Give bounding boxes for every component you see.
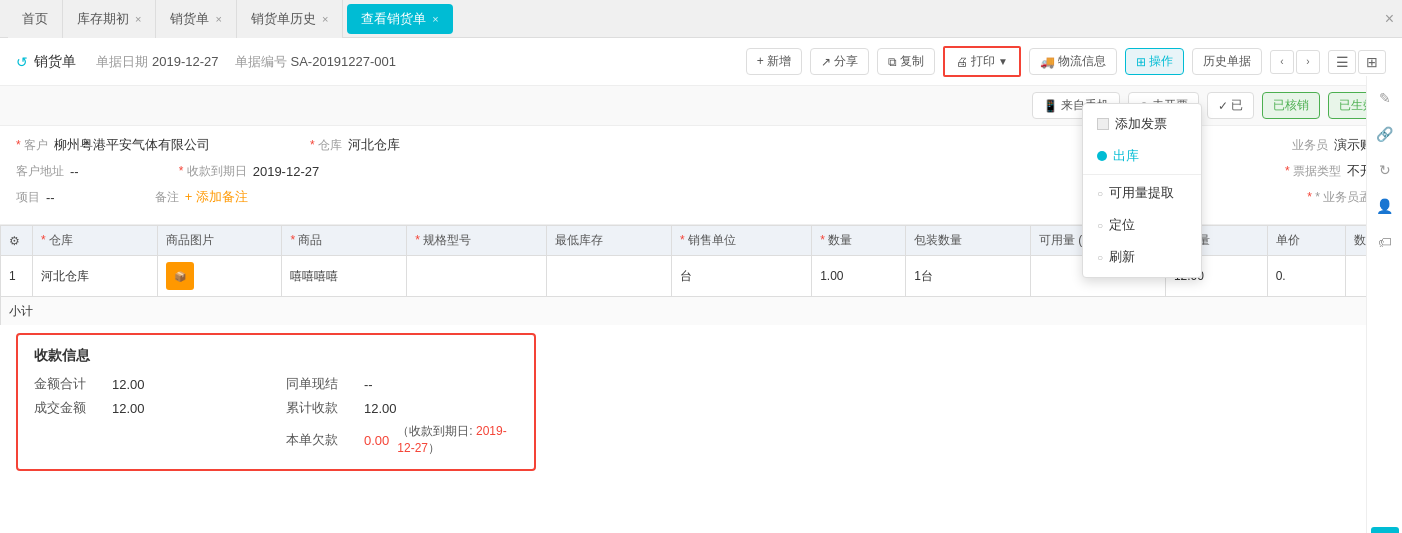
row-product-img: 📦 bbox=[157, 256, 282, 297]
doc-number-field: 单据编号 SA-20191227-001 bbox=[235, 53, 397, 71]
close-history-tab[interactable]: × bbox=[322, 13, 328, 25]
close-sales-tab[interactable]: × bbox=[215, 13, 221, 25]
bottom-panel: 收款信息 金额合计 12.00 成交金额 12.00 同单现结 -- bbox=[16, 333, 536, 471]
row-quantity: 1.00 bbox=[812, 256, 906, 297]
tab-sales-order[interactable]: 销货单 × bbox=[156, 0, 236, 38]
operations-button[interactable]: ⊞ 操作 bbox=[1125, 48, 1184, 75]
project-field: 项目 -- bbox=[16, 189, 55, 206]
phone-icon: 📱 bbox=[1043, 99, 1058, 113]
address-field: 客户地址 -- bbox=[16, 163, 79, 180]
new-button[interactable]: + 新增 bbox=[746, 48, 802, 75]
window-close-button[interactable]: × bbox=[1385, 10, 1394, 28]
copy-button[interactable]: ⧉ 复制 bbox=[877, 48, 935, 75]
circle-empty-icon-1: ○ bbox=[1097, 188, 1103, 199]
row-price: 0. bbox=[1267, 256, 1346, 297]
subtotal-label: 小计 bbox=[1, 297, 1402, 326]
toolbar: + 新增 ↗ 分享 ⧉ 复制 🖨 打印 ▼ 🚚 bbox=[746, 46, 1386, 77]
history-button[interactable]: 历史单据 bbox=[1192, 48, 1262, 75]
nav-arrows: ‹ › bbox=[1270, 50, 1320, 74]
note-field: 备注 + 添加备注 bbox=[155, 188, 248, 206]
dropdown-location[interactable]: ○ 定位 bbox=[1083, 209, 1201, 241]
copy-icon: ⧉ bbox=[888, 55, 897, 69]
print-btn-wrapper: 🖨 打印 ▼ bbox=[943, 46, 1021, 77]
tab-sales-history[interactable]: 销货单历史 × bbox=[237, 0, 343, 38]
col-warehouse: * 仓库 bbox=[33, 226, 158, 256]
product-image: 📦 bbox=[166, 262, 194, 290]
right-sidebar: ✎ 🔗 ↻ 👤 🏷 ⛶ bbox=[1366, 76, 1402, 533]
logistics-icon: 🚚 bbox=[1040, 55, 1055, 69]
sidebar-refresh-icon[interactable]: ↻ bbox=[1371, 156, 1399, 184]
print-icon: 🖨 bbox=[956, 55, 968, 69]
payment-rows: 同单现结 -- 累计收款 12.00 本单欠款 0.00 （收款到期日: 201… bbox=[286, 375, 518, 457]
grid-view-btn[interactable]: ⊞ bbox=[1358, 50, 1386, 74]
circle-empty-icon-3: ○ bbox=[1097, 252, 1103, 263]
doc-title-section: ↺ 销货单 bbox=[16, 53, 76, 71]
col-unit: * 销售单位 bbox=[672, 226, 812, 256]
tab-home[interactable]: 首页 bbox=[8, 0, 63, 38]
col-settings: ⚙ bbox=[1, 226, 33, 256]
row-spec bbox=[407, 256, 547, 297]
this-order-note: （收款到期日: 2019-12-27） bbox=[397, 423, 518, 457]
amount-total-row: 金额合计 12.00 成交金额 12.00 bbox=[34, 375, 266, 457]
col-product: * 商品 bbox=[282, 226, 407, 256]
warehouse-field: 仓库 河北仓库 bbox=[310, 136, 400, 154]
dropdown-warehouse-out[interactable]: 出库 bbox=[1083, 140, 1201, 172]
customer-field: 客户 柳州粤港平安气体有限公司 bbox=[16, 136, 210, 154]
bottom-grid: 金额合计 12.00 成交金额 12.00 同单现结 -- 累计收款 bbox=[34, 375, 518, 457]
col-pack-qty: 包装数量 bbox=[906, 226, 1031, 256]
row-unit: 台 bbox=[672, 256, 812, 297]
close-view-sales-tab[interactable]: × bbox=[432, 13, 438, 25]
doc-date-field: 单据日期 2019-12-27 bbox=[96, 53, 219, 71]
confirm-btn[interactable]: ✓ 已 bbox=[1207, 92, 1254, 119]
sidebar-expand-icon[interactable]: ⛶ bbox=[1371, 527, 1399, 533]
print-button[interactable]: 🖨 打印 ▼ bbox=[946, 49, 1018, 74]
col-price: 单价 bbox=[1267, 226, 1346, 256]
logistics-button[interactable]: 🚚 物流信息 bbox=[1029, 48, 1117, 75]
close-inventory-tab[interactable]: × bbox=[135, 13, 141, 25]
dropdown-divider bbox=[1083, 174, 1201, 175]
list-view-btn[interactable]: ☰ bbox=[1328, 50, 1356, 74]
sidebar-link-icon[interactable]: 🔗 bbox=[1371, 120, 1399, 148]
add-note-button[interactable]: + 添加备注 bbox=[185, 188, 248, 206]
dropdown-available-qty[interactable]: ○ 可用量提取 bbox=[1083, 177, 1201, 209]
operations-dropdown: 添加发票 出库 ○ 可用量提取 ○ 定位 ○ 刷新 bbox=[1082, 103, 1202, 278]
dropdown-add-invoice[interactable]: 添加发票 bbox=[1083, 108, 1201, 140]
tab-view-sales[interactable]: 查看销货单 × bbox=[347, 4, 452, 34]
row-product: 嘻嘻嘻嘻 bbox=[282, 256, 407, 297]
col-min-stock: 最低库存 bbox=[547, 226, 672, 256]
view-toggle: ☰ ⊞ bbox=[1328, 50, 1386, 74]
prev-arrow[interactable]: ‹ bbox=[1270, 50, 1294, 74]
share-icon: ↗ bbox=[821, 55, 831, 69]
row-pack-qty: 1台 bbox=[906, 256, 1031, 297]
row-warehouse: 河北仓库 bbox=[33, 256, 158, 297]
col-quantity: * 数量 bbox=[812, 226, 906, 256]
col-product-img: 商品图片 bbox=[157, 226, 282, 256]
check-icon: ✓ bbox=[1218, 99, 1228, 113]
tab-bar: 首页 库存期初 × 销货单 × 销货单历史 × 查看销货单 × × bbox=[0, 0, 1402, 38]
payment-date-field: 收款到期日 2019-12-27 bbox=[179, 163, 320, 180]
doc-meta: 单据日期 2019-12-27 单据编号 SA-20191227-001 bbox=[96, 53, 396, 71]
next-arrow[interactable]: › bbox=[1296, 50, 1320, 74]
share-button[interactable]: ↗ 分享 bbox=[810, 48, 869, 75]
col-spec: * 规格型号 bbox=[407, 226, 547, 256]
document-header: ↺ 销货单 单据日期 2019-12-27 单据编号 SA-20191227-0… bbox=[0, 38, 1402, 86]
row-index: 1 bbox=[1, 256, 33, 297]
subtotal-row: 小计 bbox=[1, 297, 1402, 326]
sidebar-edit-icon[interactable]: ✎ bbox=[1371, 84, 1399, 112]
dropdown-refresh[interactable]: ○ 刷新 bbox=[1083, 241, 1201, 273]
row-min-stock bbox=[547, 256, 672, 297]
sidebar-tag-icon[interactable]: 🏷 bbox=[1371, 228, 1399, 256]
bottom-panel-title: 收款信息 bbox=[34, 347, 518, 365]
invoice-square-icon bbox=[1097, 118, 1109, 130]
circle-empty-icon-2: ○ bbox=[1097, 220, 1103, 231]
doc-icon: ↺ bbox=[16, 54, 28, 70]
teal-dot-icon bbox=[1097, 151, 1107, 161]
grid-icon: ⊞ bbox=[1136, 55, 1146, 69]
already-sold-button[interactable]: 已核销 bbox=[1262, 92, 1320, 119]
tab-inventory-init[interactable]: 库存期初 × bbox=[63, 0, 156, 38]
sidebar-user-icon[interactable]: 👤 bbox=[1371, 192, 1399, 220]
doc-title-text: 销货单 bbox=[34, 53, 76, 71]
